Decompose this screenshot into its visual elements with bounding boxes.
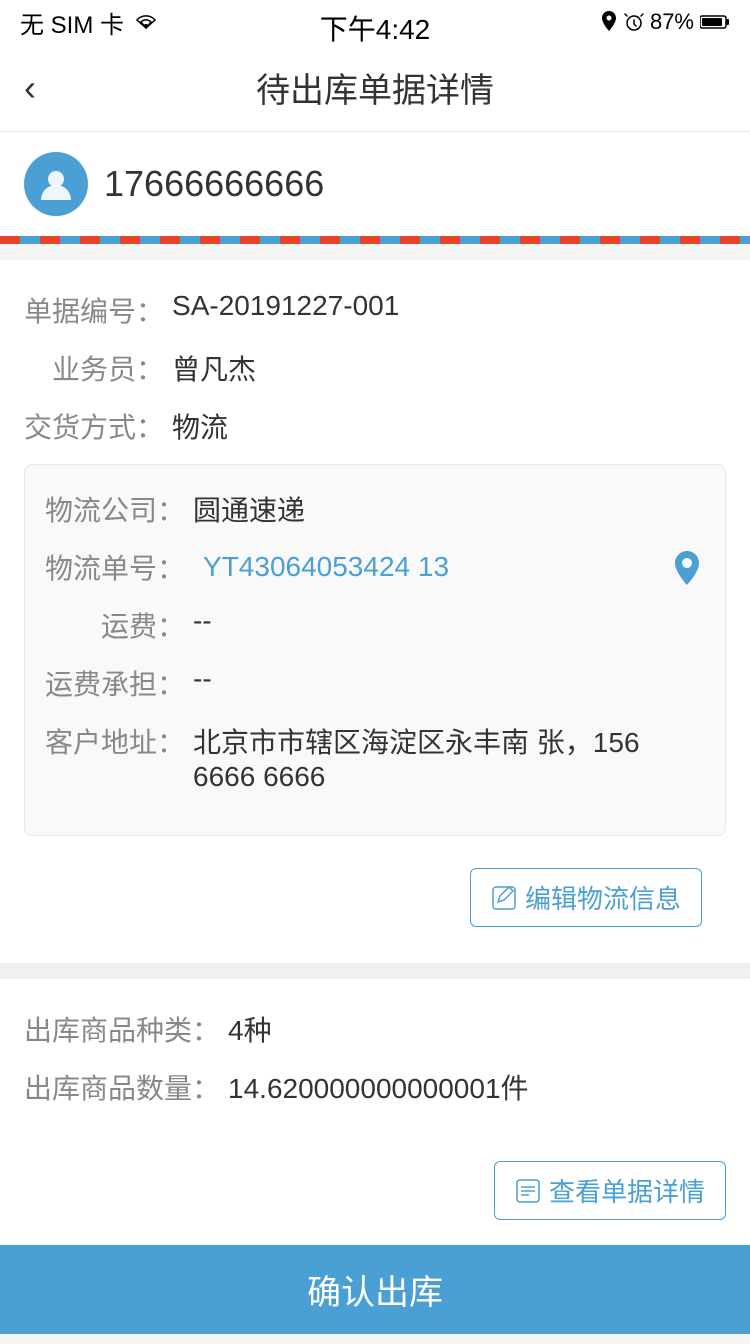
salesperson-row: 业务员： 曾凡杰 xyxy=(24,348,726,388)
address-label: 客户地址： xyxy=(45,721,185,761)
wifi-icon xyxy=(132,12,160,32)
order-number-row: 单据编号： SA-20191227-001 xyxy=(24,290,726,330)
product-qty-row: 出库商品数量： 14.620000000000001件 xyxy=(24,1067,726,1107)
status-bar: 无 SIM 卡 下午4:42 87% xyxy=(0,0,750,44)
carrier-text: 无 SIM 卡 xyxy=(20,5,124,40)
avatar xyxy=(24,152,88,216)
delivery-value: 物流 xyxy=(172,406,726,446)
page-title: 待出库单据详情 xyxy=(256,63,494,112)
delivery-row: 交货方式： 物流 xyxy=(24,406,726,446)
logistics-company-value: 圆通速递 xyxy=(193,489,705,529)
back-button[interactable]: ‹ xyxy=(24,67,36,109)
edit-icon xyxy=(491,885,517,911)
delivery-label: 交货方式： xyxy=(24,406,164,446)
section-divider xyxy=(0,963,750,979)
tracking-location-icon[interactable] xyxy=(669,549,705,585)
contact-header: 17666666666 xyxy=(0,132,750,236)
tracking-value: YT43064053424 13 xyxy=(203,551,659,583)
product-type-row: 出库商品种类： 4种 xyxy=(24,1009,726,1049)
view-details-btn-wrap: 查看单据详情 xyxy=(0,1145,750,1244)
product-qty-label: 出库商品数量： xyxy=(24,1067,220,1107)
freight-bear-label: 运费承担： xyxy=(45,663,185,703)
tracking-row: 物流单号： YT43064053424 13 xyxy=(45,547,705,587)
logistics-company-row: 物流公司： 圆通速递 xyxy=(45,489,705,529)
product-section: 出库商品种类： 4种 出库商品数量： 14.620000000000001件 xyxy=(0,979,750,1145)
salesperson-label: 业务员： xyxy=(24,348,164,388)
order-number-label: 单据编号： xyxy=(24,290,164,330)
address-row: 客户地址： 北京市市辖区海淀区永丰南 张，156 6666 6666 xyxy=(45,721,705,793)
address-value: 北京市市辖区海淀区永丰南 张，156 6666 6666 xyxy=(193,721,705,793)
battery-icon xyxy=(700,14,730,30)
location-status-icon xyxy=(600,11,618,33)
freight-row: 运费： -- xyxy=(45,605,705,645)
order-number-value: SA-20191227-001 xyxy=(172,290,726,322)
battery-percent: 87% xyxy=(650,9,694,35)
view-details-button[interactable]: 查看单据详情 xyxy=(494,1161,726,1220)
status-right: 87% xyxy=(600,9,730,35)
product-type-value: 4种 xyxy=(228,1009,726,1049)
edit-logistics-label: 编辑物流信息 xyxy=(525,879,681,916)
dashed-divider xyxy=(0,236,750,244)
logistics-company-label: 物流公司： xyxy=(45,489,185,529)
freight-value: -- xyxy=(193,605,705,637)
confirm-button[interactable]: 确认出库 xyxy=(0,1265,750,1314)
view-details-label: 查看单据详情 xyxy=(549,1172,705,1209)
salesperson-value: 曾凡杰 xyxy=(172,348,726,388)
confirm-button-wrap[interactable]: 确认出库 xyxy=(0,1245,750,1334)
alarm-status-icon xyxy=(624,11,644,33)
order-info-section: 单据编号： SA-20191227-001 业务员： 曾凡杰 交货方式： 物流 … xyxy=(0,260,750,963)
product-qty-value: 14.620000000000001件 xyxy=(228,1067,726,1107)
product-type-label: 出库商品种类： xyxy=(24,1009,220,1049)
nav-bar: ‹ 待出库单据详情 xyxy=(0,44,750,132)
logistics-card: 物流公司： 圆通速递 物流单号： YT43064053424 13 运费： --… xyxy=(24,464,726,836)
edit-logistics-btn-wrap: 编辑物流信息 xyxy=(24,852,726,943)
list-icon xyxy=(515,1178,541,1204)
freight-bear-row: 运费承担： -- xyxy=(45,663,705,703)
main-content: 17666666666 单据编号： SA-20191227-001 业务员： 曾… xyxy=(0,132,750,1344)
freight-bear-value: -- xyxy=(193,663,705,695)
status-time: 下午4:42 xyxy=(320,8,431,48)
tracking-label: 物流单号： xyxy=(45,547,185,587)
contact-phone: 17666666666 xyxy=(104,163,324,205)
freight-label: 运费： xyxy=(45,605,185,645)
edit-logistics-button[interactable]: 编辑物流信息 xyxy=(470,868,702,927)
status-carrier: 无 SIM 卡 xyxy=(20,5,160,40)
